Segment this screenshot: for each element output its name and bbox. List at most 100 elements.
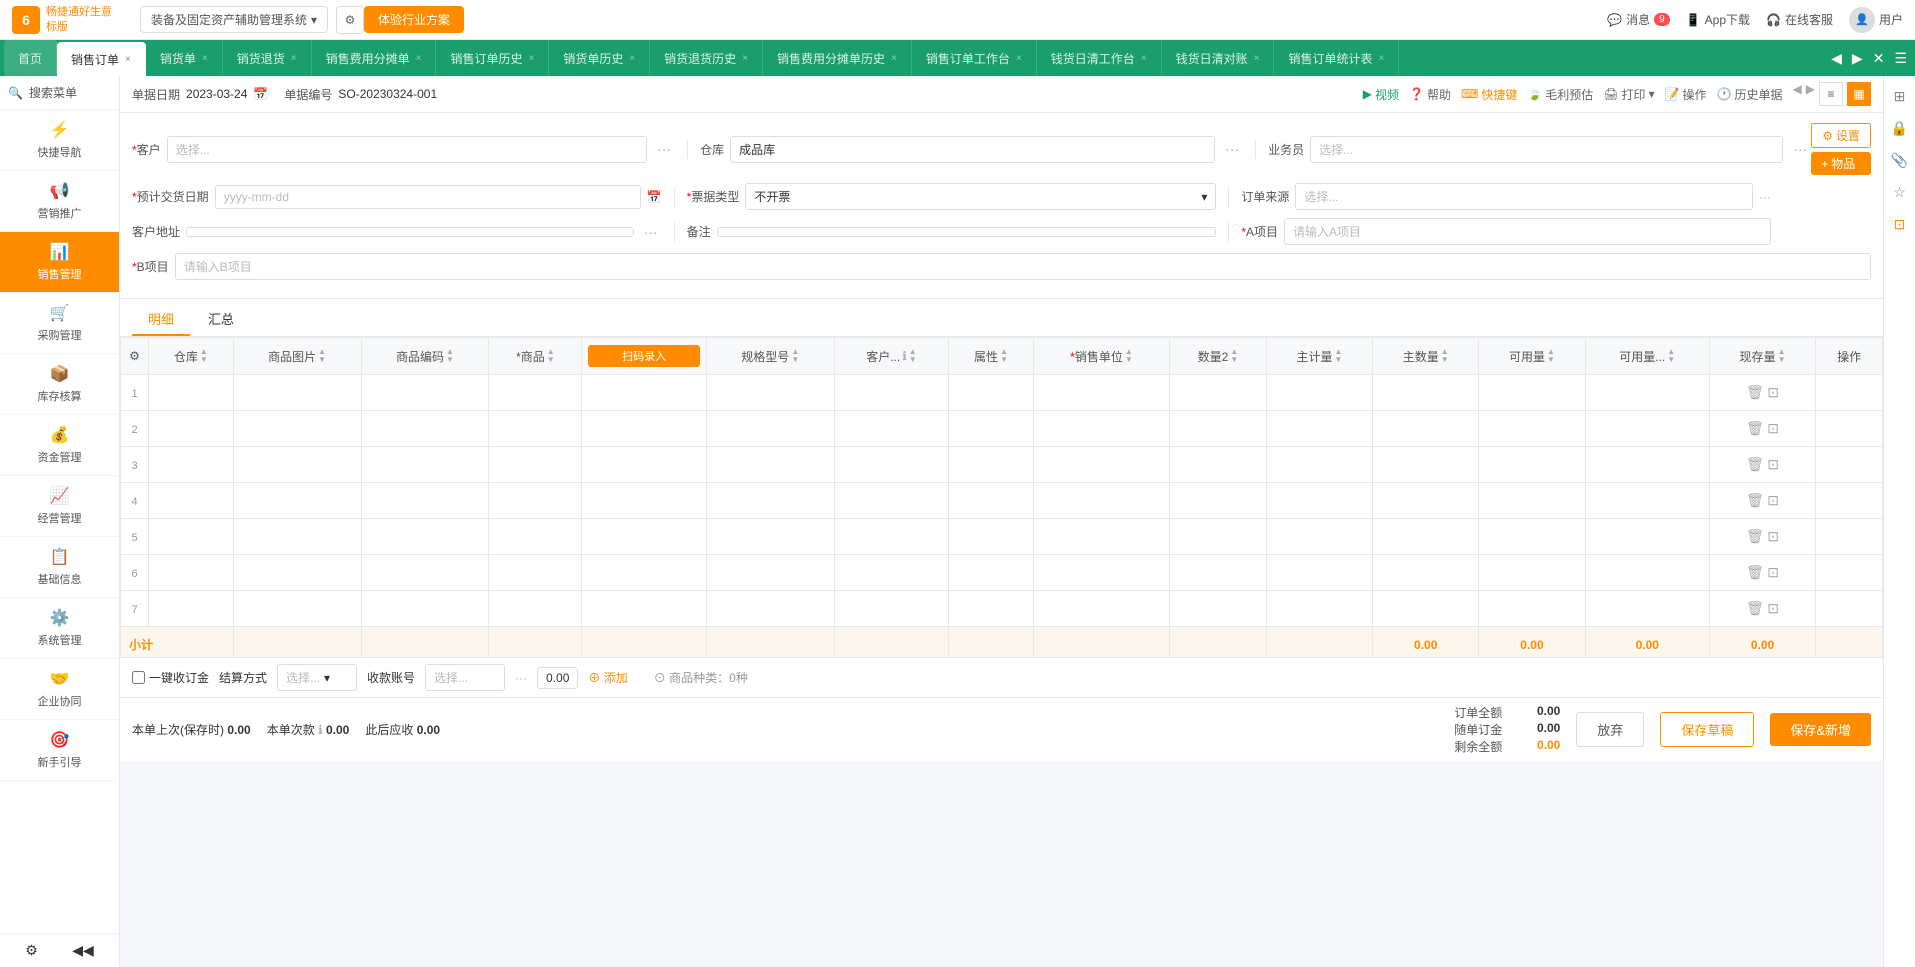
customer-input[interactable]: 选择... (167, 136, 647, 163)
close-icon[interactable]: × (125, 54, 131, 65)
delete-icon[interactable]: 🗑 (1746, 528, 1764, 544)
copy-icon[interactable]: ⊡ (1767, 600, 1779, 616)
close-icon[interactable]: × (291, 53, 297, 64)
account-more-btn[interactable]: ··· (515, 671, 527, 685)
calendar-icon[interactable]: 📅 (647, 190, 662, 204)
payment-amount[interactable]: 0.00 (537, 667, 578, 689)
one-click-checkbox[interactable]: 一键收订金 (132, 669, 209, 686)
tab-sales-order[interactable]: 销售订单 × (57, 42, 146, 76)
copy-icon[interactable]: ⊡ (1767, 564, 1779, 580)
invoice-select[interactable]: 不开票 ▾ (745, 183, 1216, 210)
settings-button[interactable]: ⚙ (336, 6, 364, 34)
payment-select[interactable]: 选择... ▾ (277, 664, 357, 691)
a-project-input[interactable]: 请输入A项目 (1284, 218, 1771, 245)
shortcut-action[interactable]: ⌨ 快捷键 (1461, 86, 1517, 103)
history-action[interactable]: 🕐 历史单据 (1717, 86, 1783, 103)
print-action[interactable]: 🖨 打印 ▾ (1603, 86, 1654, 103)
add-goods-button[interactable]: + 物品 (1811, 152, 1871, 175)
close-icon[interactable]: × (629, 53, 635, 64)
tab-summary[interactable]: 汇总 (192, 303, 250, 336)
close-icon[interactable]: × (1254, 53, 1260, 64)
warehouse-input[interactable]: 成品库 (730, 136, 1215, 163)
sidebar-item-quicknav[interactable]: ⚡ 快捷导航 (0, 110, 119, 171)
address-more-btn[interactable]: ··· (640, 224, 662, 240)
add-payment-btn[interactable]: ⊕ 添加 (588, 669, 627, 686)
tab-detail[interactable]: 明细 (132, 303, 190, 336)
sidebar-item-operation[interactable]: 📈 经营管理 (0, 476, 119, 537)
order-source-more-btn[interactable]: ··· (1759, 190, 1771, 204)
online-service-btn[interactable]: 🎧 在线客服 (1766, 11, 1833, 28)
prev-record[interactable]: ◀ (1793, 82, 1802, 106)
delete-icon[interactable]: 🗑 (1746, 600, 1764, 616)
tab-expense-history[interactable]: 销售费用分摊单历史 × (763, 40, 912, 76)
tab-stats[interactable]: 销售订单统计表 × (1274, 40, 1399, 76)
delete-icon[interactable]: 🗑 (1746, 564, 1764, 580)
sidebar-item-system[interactable]: ⚙️ 系统管理 (0, 598, 119, 659)
close-icon[interactable]: × (742, 53, 748, 64)
app-download-btn[interactable]: 📱 App下载 (1686, 11, 1750, 28)
sidebar-item-search[interactable]: 🔍 搜索菜单 (0, 76, 119, 110)
sidebar-item-sales[interactable]: 📊 销售管理 (0, 232, 119, 293)
account-select[interactable]: 选择... (425, 664, 505, 691)
sidebar-settings-icon[interactable]: ⚙ (25, 942, 38, 959)
salesperson-input[interactable]: 选择... (1310, 136, 1783, 163)
help-action[interactable]: ❓ 帮助 (1409, 86, 1451, 103)
tab-return-history[interactable]: 销货退货历史 × (650, 40, 763, 76)
copy-icon[interactable]: ⊡ (1767, 456, 1779, 472)
rt-expand-btn[interactable]: ⊞ (1888, 84, 1912, 108)
sidebar-item-inventory[interactable]: 📦 库存核算 (0, 354, 119, 415)
sidebar-item-purchase[interactable]: 🛒 采购管理 (0, 293, 119, 354)
sidebar-item-basic[interactable]: 📋 基础信息 (0, 537, 119, 598)
view-action[interactable]: ▶ 视频 (1363, 86, 1399, 103)
profit-action[interactable]: 🍃 毛利预估 (1527, 86, 1593, 103)
save-draft-button[interactable]: 保存草稿 (1660, 712, 1754, 747)
tab-prev-arrow[interactable]: ◀ (1827, 46, 1846, 71)
industry-btn[interactable]: 体验行业方案 (364, 6, 464, 33)
order-source-input[interactable]: 选择... (1295, 183, 1753, 210)
copy-icon[interactable]: ⊡ (1767, 384, 1779, 400)
sidebar-item-collab[interactable]: 🤝 企业协同 (0, 659, 119, 720)
delete-icon[interactable]: 🗑 (1746, 384, 1764, 400)
user-menu[interactable]: 👤 用户 (1849, 7, 1903, 33)
close-icon[interactable]: × (1016, 53, 1022, 64)
customer-more-btn[interactable]: ··· (653, 141, 675, 157)
rt-star-btn[interactable]: ☆ (1888, 180, 1912, 204)
close-icon[interactable]: × (1378, 53, 1384, 64)
message-btn[interactable]: 💬 消息 9 (1607, 11, 1670, 28)
rt-scan-btn[interactable]: ⊡ (1888, 212, 1912, 236)
system-selector[interactable]: 装备及固定资产辅助管理系统 ▾ (140, 6, 328, 33)
sidebar-item-guide[interactable]: 🎯 新手引导 (0, 720, 119, 781)
tab-menu[interactable]: ☰ (1890, 46, 1911, 71)
sidebar-item-marketing[interactable]: 📢 营销推广 (0, 171, 119, 232)
th-settings[interactable]: ⚙ (121, 338, 149, 375)
tab-daily-reconcile[interactable]: 钱货日清对账 × (1162, 40, 1275, 76)
list-view-btn[interactable]: ≡ (1819, 82, 1843, 106)
delete-icon[interactable]: 🗑 (1746, 492, 1764, 508)
tab-order-history[interactable]: 销售订单历史 × (436, 40, 549, 76)
close-icon[interactable]: × (528, 53, 534, 64)
tab-sales-expense[interactable]: 销售费用分摊单 × (312, 40, 437, 76)
note-input[interactable] (717, 227, 1217, 237)
salesperson-more-btn[interactable]: ··· (1789, 141, 1811, 157)
calendar-icon[interactable]: 📅 (253, 87, 268, 101)
tab-invoice-history[interactable]: 销货单历史 × (549, 40, 650, 76)
tab-close-all[interactable]: ✕ (1869, 46, 1889, 71)
close-icon[interactable]: × (202, 53, 208, 64)
delete-icon[interactable]: 🗑 (1746, 420, 1764, 436)
tab-home[interactable]: 首页 (4, 40, 57, 76)
delivery-input[interactable]: yyyy-mm-dd (215, 185, 641, 209)
form-view-btn[interactable]: ▦ (1847, 82, 1871, 106)
b-project-input[interactable]: 请输入B项目 (175, 253, 1871, 280)
tab-sales-return[interactable]: 销货退货 × (223, 40, 312, 76)
close-icon[interactable]: × (1141, 53, 1147, 64)
one-click-checkbox-input[interactable] (132, 671, 145, 684)
tab-sales-invoice[interactable]: 销货单 × (146, 40, 223, 76)
copy-icon[interactable]: ⊡ (1767, 492, 1779, 508)
copy-icon[interactable]: ⊡ (1767, 528, 1779, 544)
setup-button[interactable]: ⚙ 设置 (1811, 123, 1871, 148)
save-new-button[interactable]: 保存&新增 (1770, 713, 1871, 746)
copy-icon[interactable]: ⊡ (1767, 420, 1779, 436)
sidebar-item-finance[interactable]: 💰 资金管理 (0, 415, 119, 476)
close-icon[interactable]: × (891, 53, 897, 64)
rt-lock-btn[interactable]: 🔒 (1888, 116, 1912, 140)
